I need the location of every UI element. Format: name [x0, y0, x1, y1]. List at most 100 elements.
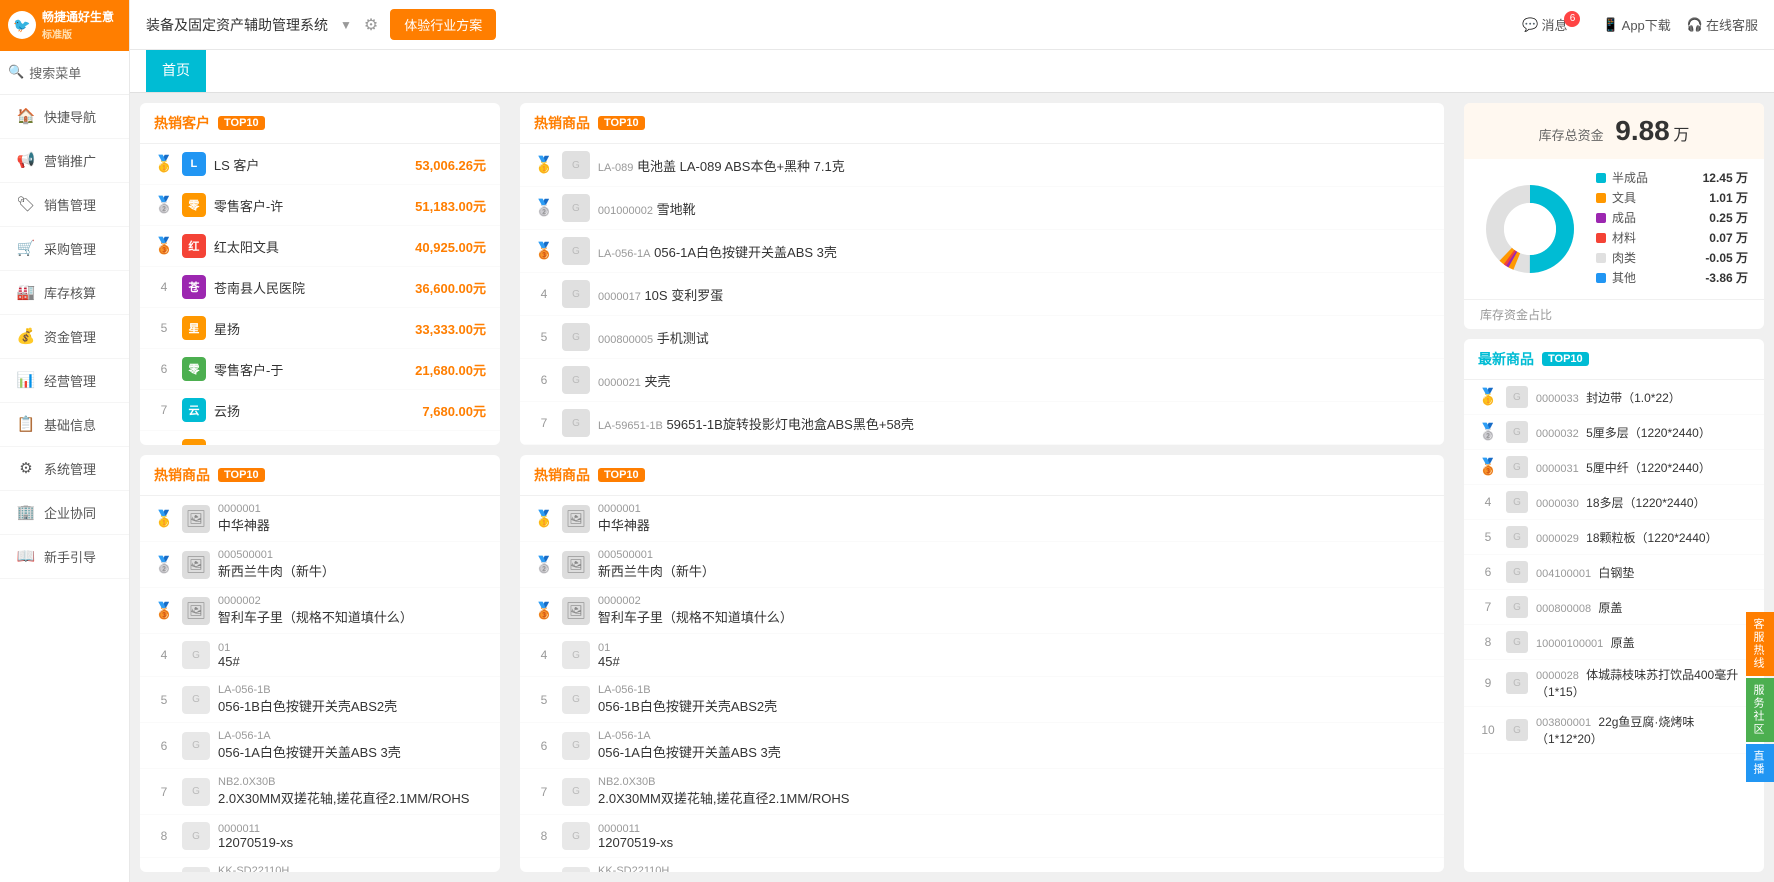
- top-product-mid-item[interactable]: 🥇 G LA-089 电池盖 LA-089 ABS本色+黑种 7.1克: [520, 144, 1444, 187]
- latest-products-header: 最新商品 TOP10: [1464, 339, 1764, 380]
- nav-label-guide: 新手引导: [44, 547, 96, 566]
- hot-product-scroll-item[interactable]: 9 G KK-SD22110H 花语萌恒温分疆罐袋（厚款）: [520, 858, 1444, 872]
- experience-button[interactable]: 体验行业方案: [390, 9, 496, 40]
- float-btn-service[interactable]: 客服热线: [1746, 612, 1774, 676]
- customer-amount: 7,680.00元: [422, 401, 486, 420]
- sidebar-item-operations[interactable]: 📊经营管理: [0, 359, 129, 403]
- tab-home[interactable]: 首页: [146, 50, 206, 92]
- customer-item[interactable]: 7 云 云扬 7,680.00元: [140, 390, 500, 431]
- product-thumbnail: G: [562, 409, 590, 437]
- latest-product-item[interactable]: 🥇 G 0000033 封边带（1.0*22）: [1464, 380, 1764, 415]
- sidebar-item-system[interactable]: ⚙系统管理: [0, 447, 129, 491]
- sidebar-item-purchase[interactable]: 🛒采购管理: [0, 227, 129, 271]
- hot-product-item[interactable]: 9 G KK-SD22110H 花语萌恒温分疆罐袋（厚款）: [140, 858, 500, 872]
- app-download-item[interactable]: 📱 App下载: [1602, 15, 1670, 34]
- messages-item[interactable]: 💬 消息 6: [1522, 15, 1586, 34]
- rank-number: 5: [154, 321, 174, 335]
- customer-item[interactable]: 5 星 星扬 33,333.00元: [140, 308, 500, 349]
- sidebar-item-guide[interactable]: 📖新手引导: [0, 535, 129, 579]
- hot-product-scroll-item[interactable]: 8 G 0000011 12070519-xs: [520, 815, 1444, 858]
- sidebar-item-basic-info[interactable]: 📋基础信息: [0, 403, 129, 447]
- nav-icon-finance: 💰: [16, 327, 36, 345]
- latest-product-item[interactable]: 9 G 0000028 体城蒜枝味苏打饮品400毫升（1*15）: [1464, 660, 1764, 707]
- nav-icon-sales: 🏷: [16, 195, 36, 213]
- hot-product-scroll-item[interactable]: 🥇 🖼 0000001 中华神器: [520, 496, 1444, 542]
- search-section: 🔍 搜索菜单: [0, 51, 129, 95]
- legend-name: 半成品: [1612, 169, 1697, 186]
- product-info: 0000021 夹壳: [598, 371, 1430, 390]
- sidebar: 🐦 畅捷通好生意 标准版 🔍 搜索菜单 🏠快捷导航📢营销推广🏷销售管理🛒采购管理…: [0, 0, 130, 882]
- hot-product-item[interactable]: 4 G 01 45#: [140, 634, 500, 677]
- product-name: 智利车子里（规格不知道填什么）: [598, 607, 1430, 626]
- float-btn-community[interactable]: 服务社区: [1746, 678, 1774, 742]
- product-info: 000500001 新西兰牛肉（新牛）: [598, 549, 1430, 580]
- latest-product-item[interactable]: 🥉 G 0000031 5厘中纤（1220*2440）: [1464, 450, 1764, 485]
- hot-product-item[interactable]: 🥉 🖼 0000002 智利车子里（规格不知道填什么）: [140, 588, 500, 634]
- hot-product-item[interactable]: 🥇 🖼 0000001 中华神器: [140, 496, 500, 542]
- product-code: 0000029: [1536, 533, 1579, 545]
- top-product-mid-item[interactable]: 6 G 0000021 夹壳: [520, 359, 1444, 402]
- product-code: LA-056-1A: [598, 730, 1430, 742]
- hot-product-scroll-item[interactable]: 🥉 🖼 0000002 智利车子里（规格不知道填什么）: [520, 588, 1444, 634]
- gear-icon[interactable]: ⚙: [364, 15, 378, 35]
- legend-dot: [1596, 233, 1606, 243]
- logo-title: 畅捷通好生意: [42, 10, 114, 26]
- customer-item[interactable]: 8 尚 尚态 7,563.00元: [140, 431, 500, 445]
- mid-column: 热销商品 TOP10 🥇 G LA-089 电池盖 LA-089 ABS本色+黑…: [510, 93, 1454, 882]
- product-code: 0000031: [1536, 463, 1579, 475]
- topbar: 装备及固定资产辅助管理系统 ▼ ⚙ 体验行业方案 💬 消息 6 📱 App下载 …: [130, 0, 1774, 50]
- customer-name: 云扬: [214, 401, 414, 420]
- latest-product-item[interactable]: 6 G 004100001 白钢垫: [1464, 555, 1764, 590]
- product-name: 2.0X30MM双搓花轴,搓花直径2.1MM/ROHS: [218, 788, 486, 807]
- top-product-mid-item[interactable]: 🥈 G 001000002 雪地靴: [520, 187, 1444, 230]
- hot-product-scroll-item[interactable]: 6 G LA-056-1A 056-1A白色按键开关盖ABS 3壳: [520, 723, 1444, 769]
- customer-avatar: 零: [182, 193, 206, 217]
- hot-product-scroll-item[interactable]: 🥈 🖼 000500001 新西兰牛肉（新牛）: [520, 542, 1444, 588]
- rank-medal: 🥈: [154, 555, 174, 575]
- customer-item[interactable]: 6 零 零售客户-于 21,680.00元: [140, 349, 500, 390]
- product-name: 056-1B白色按键开关壳ABS2壳: [598, 696, 1430, 715]
- product-code: 0000033: [1536, 393, 1579, 405]
- hot-product-scroll-item[interactable]: 5 G LA-056-1B 056-1B白色按键开关壳ABS2壳: [520, 677, 1444, 723]
- customer-item[interactable]: 🥇 L LS 客户 53,006.26元: [140, 144, 500, 185]
- online-service-item[interactable]: 🎧 在线客服: [1687, 15, 1758, 34]
- product-code: 000500001: [598, 549, 1430, 561]
- customer-item[interactable]: 4 苍 苍南县人民医院 36,600.00元: [140, 267, 500, 308]
- dropdown-arrow-icon[interactable]: ▼: [340, 18, 352, 32]
- top-products-mid-title: 热销商品: [534, 113, 590, 133]
- top-product-mid-item[interactable]: 5 G 000800005 手机测试: [520, 316, 1444, 359]
- customer-item[interactable]: 🥉 红 红太阳文具 40,925.00元: [140, 226, 500, 267]
- rank-number: 9: [1478, 676, 1498, 690]
- hot-product-item[interactable]: 7 G NB2.0X30B 2.0X30MM双搓花轴,搓花直径2.1MM/ROH…: [140, 769, 500, 815]
- latest-product-item[interactable]: 5 G 0000029 18颗粒板（1220*2440）: [1464, 520, 1764, 555]
- float-btn-live[interactable]: 直播: [1746, 744, 1774, 782]
- sidebar-item-sales[interactable]: 🏷销售管理: [0, 183, 129, 227]
- latest-product-item[interactable]: 7 G 000800008 原盖: [1464, 590, 1764, 625]
- hot-product-scroll-item[interactable]: 7 G NB2.0X30B 2.0X30MM双搓花轴,搓花直径2.1MM/ROH…: [520, 769, 1444, 815]
- latest-products-panel: 最新商品 TOP10 🥇 G 0000033 封边带（1.0*22） 🥈 G 0…: [1464, 339, 1764, 872]
- hot-product-item[interactable]: 6 G LA-056-1A 056-1A白色按键开关盖ABS 3壳: [140, 723, 500, 769]
- search-menu-button[interactable]: 🔍 搜索菜单: [8, 59, 121, 86]
- customer-name: 苍南县人民医院: [214, 278, 407, 297]
- top-product-mid-item[interactable]: 4 G 0000017 10S 变利罗蛋: [520, 273, 1444, 316]
- hot-product-item[interactable]: 5 G LA-056-1B 056-1B白色按键开关壳ABS2壳: [140, 677, 500, 723]
- sidebar-item-enterprise[interactable]: 🏢企业协同: [0, 491, 129, 535]
- top-product-mid-item[interactable]: 7 G LA-59651-1B 59651-1B旋转投影灯电池盒ABS黑色+58…: [520, 402, 1444, 445]
- customer-item[interactable]: 🥈 零 零售客户-许 51,183.00元: [140, 185, 500, 226]
- product-code: LA-056-1B: [598, 684, 1430, 696]
- latest-product-item[interactable]: 8 G 10000100001 原盖: [1464, 625, 1764, 660]
- hot-product-item[interactable]: 🥈 🖼 000500001 新西兰牛肉（新牛）: [140, 542, 500, 588]
- hot-product-scroll-item[interactable]: 4 G 01 45#: [520, 634, 1444, 677]
- sidebar-item-finance[interactable]: 💰资金管理: [0, 315, 129, 359]
- sidebar-item-quick-nav[interactable]: 🏠快捷导航: [0, 95, 129, 139]
- top-product-mid-item[interactable]: 🥉 G LA-056-1A 056-1A白色按键开关盖ABS 3壳: [520, 230, 1444, 273]
- hot-product-item[interactable]: 8 G 0000011 12070519-xs: [140, 815, 500, 858]
- latest-product-item[interactable]: 4 G 0000030 18多层（1220*2440）: [1464, 485, 1764, 520]
- sidebar-item-marketing[interactable]: 📢营销推广: [0, 139, 129, 183]
- sidebar-item-inventory[interactable]: 🏭库存核算: [0, 271, 129, 315]
- latest-product-item[interactable]: 10 G 003800001 22g鱼豆腐·烧烤味（1*12*20）: [1464, 707, 1764, 754]
- product-code: 001000002: [598, 205, 653, 217]
- product-name: 59651-1B旋转投影灯电池盒ABS黑色+58壳: [666, 417, 913, 432]
- product-info: 01 45#: [218, 642, 486, 669]
- latest-product-item[interactable]: 🥈 G 0000032 5厘多层（1220*2440）: [1464, 415, 1764, 450]
